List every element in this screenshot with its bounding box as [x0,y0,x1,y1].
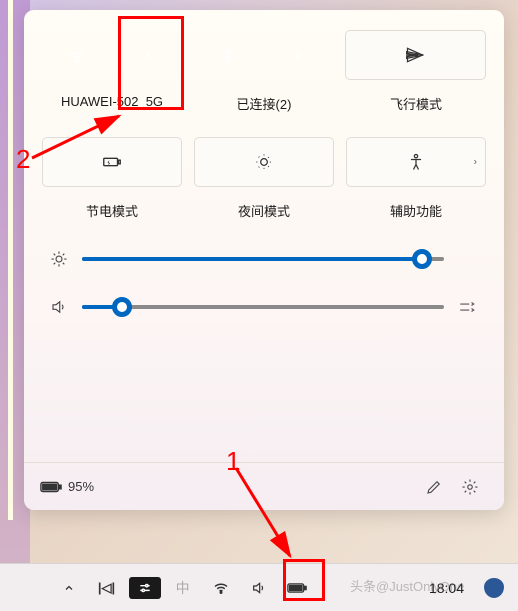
wifi-icon [212,579,230,597]
speaker-icon [251,580,267,596]
battery-saver-label: 节电模式 [42,195,182,220]
tray-app-sliders[interactable] [129,577,161,599]
chevron-right-icon: › [474,157,477,168]
volume-slider-row [50,298,478,316]
wifi-tile [42,30,181,80]
bluetooth-label: 已连接(2) [194,88,334,113]
battery-saver-tile[interactable] [42,137,182,187]
airplane-icon [405,45,425,65]
chevron-up-icon [63,582,75,594]
tile-row-1 [42,30,486,80]
tray-chevron[interactable] [53,572,85,604]
tray-ime[interactable]: 中 [167,572,199,604]
edit-button[interactable] [416,469,452,505]
chevron-right-icon [140,48,154,62]
tray-wifi[interactable] [205,572,237,604]
brightness-icon [50,250,68,268]
taskbar: |◁| 中 18:04 [0,563,518,611]
battery-icon [287,582,307,594]
taskbar-clock[interactable]: 18:04 [421,580,472,596]
brightness-fill [82,257,422,261]
chevron-right-icon [291,48,305,62]
wifi-label: HUAWEI-502_5G [42,88,182,113]
night-mode-tile[interactable] [194,137,334,187]
night-mode-label: 夜间模式 [194,195,334,220]
battery-percent: 95% [68,479,94,494]
battery-icon [40,480,62,494]
desktop-bg-stripe [8,0,13,520]
bell-icon [484,578,504,598]
accessibility-tile[interactable]: › [346,137,486,187]
panel-footer: 95% [24,462,504,510]
volume-slider[interactable] [82,305,444,309]
tray-volume[interactable] [243,572,275,604]
settings-button[interactable] [452,469,488,505]
brightness-thumb[interactable] [412,249,432,269]
brightness-slider[interactable] [82,257,444,261]
battery-saver-icon [101,151,123,173]
tile-labels-2: 节电模式 夜间模式 辅助功能 [42,195,486,220]
wifi-expand[interactable] [111,30,181,80]
battery-status[interactable]: 95% [40,479,94,494]
night-mode-icon [254,152,274,172]
gear-icon [461,478,479,496]
bluetooth-tile [193,30,332,80]
sliders-icon [138,581,152,595]
wifi-icon [68,46,86,64]
bluetooth-expand[interactable] [263,30,333,80]
accessibility-icon [406,152,426,172]
brightness-slider-row [50,250,478,268]
tile-labels-1: HUAWEI-502_5G 已连接(2) 飞行模式 [42,88,486,113]
tile-row-2: › [42,137,486,187]
bluetooth-toggle[interactable] [193,30,262,80]
tray-battery[interactable] [281,572,313,604]
airplane-label: 飞行模式 [346,88,486,113]
accessibility-label: 辅助功能 [346,195,486,220]
wifi-toggle[interactable] [42,30,111,80]
bluetooth-icon [220,47,236,63]
airplane-tile[interactable] [345,30,486,80]
volume-icon [50,298,68,316]
quick-settings-panel: HUAWEI-502_5G 已连接(2) 飞行模式 › 节电模式 夜间模式 辅助… [24,10,504,510]
pencil-icon [425,478,443,496]
audio-output-button[interactable] [458,298,478,316]
volume-thumb[interactable] [112,297,132,317]
tray-app-1[interactable]: |◁| [91,572,123,604]
notifications-button[interactable] [478,572,510,604]
